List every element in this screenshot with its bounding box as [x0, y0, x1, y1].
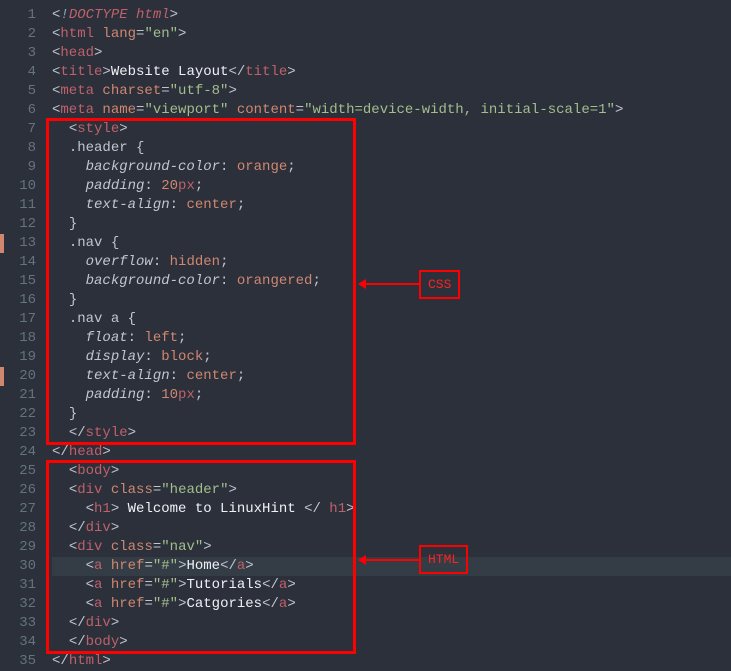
line-number: 18 — [0, 329, 36, 348]
code-line: padding: 10px; — [52, 386, 731, 405]
code-line: <meta charset="utf-8"> — [52, 82, 731, 101]
line-number: 10 — [0, 177, 36, 196]
html-callout: HTML — [359, 545, 468, 574]
code-line: .header { — [52, 139, 731, 158]
line-number: 33 — [0, 614, 36, 633]
line-number: 26 — [0, 481, 36, 500]
code-line: </div> — [52, 519, 731, 538]
line-number: 25 — [0, 462, 36, 481]
line-number: 21 — [0, 386, 36, 405]
html-label: HTML — [419, 545, 468, 574]
line-number: 3 — [0, 44, 36, 63]
line-number-gutter: 1234567891011121314151617181920212223242… — [0, 0, 44, 666]
line-number: 19 — [0, 348, 36, 367]
code-line: text-align: center; — [52, 196, 731, 215]
css-label: CSS — [419, 270, 460, 299]
code-line: background-color: orange; — [52, 158, 731, 177]
code-line: } — [52, 405, 731, 424]
line-number: 34 — [0, 633, 36, 652]
code-line: </style> — [52, 424, 731, 443]
line-number: 14 — [0, 253, 36, 272]
line-number: 5 — [0, 82, 36, 101]
line-number: 31 — [0, 576, 36, 595]
line-number: 30 — [0, 557, 36, 576]
line-number: 20 — [0, 367, 36, 386]
code-line: </body> — [52, 633, 731, 652]
line-number: 6 — [0, 101, 36, 120]
code-line: .nav a { — [52, 310, 731, 329]
line-number: 27 — [0, 500, 36, 519]
line-number: 35 — [0, 652, 36, 671]
line-number: 2 — [0, 25, 36, 44]
line-number: 15 — [0, 272, 36, 291]
css-callout: CSS — [359, 270, 460, 299]
line-number: 11 — [0, 196, 36, 215]
line-number: 8 — [0, 139, 36, 158]
code-line: </div> — [52, 614, 731, 633]
line-number: 16 — [0, 291, 36, 310]
code-line: <style> — [52, 120, 731, 139]
line-number: 9 — [0, 158, 36, 177]
code-line: </html> — [52, 652, 731, 671]
line-number: 32 — [0, 595, 36, 614]
code-line: <head> — [52, 44, 731, 63]
line-number: 12 — [0, 215, 36, 234]
code-line: <a href="#">Tutorials</a> — [52, 576, 731, 595]
line-number: 1 — [0, 6, 36, 25]
code-line: <h1> Welcome to LinuxHint </ h1> — [52, 500, 731, 519]
code-line: text-align: center; — [52, 367, 731, 386]
line-number: 7 — [0, 120, 36, 139]
code-line: <html lang="en"> — [52, 25, 731, 44]
line-number: 24 — [0, 443, 36, 462]
line-number: 29 — [0, 538, 36, 557]
code-line: display: block; — [52, 348, 731, 367]
line-number: 22 — [0, 405, 36, 424]
code-line: <div class="header"> — [52, 481, 731, 500]
code-line: <body> — [52, 462, 731, 481]
line-number: 28 — [0, 519, 36, 538]
line-number: 13 — [0, 234, 36, 253]
code-line: padding: 20px; — [52, 177, 731, 196]
line-number: 23 — [0, 424, 36, 443]
code-line: <a href="#">Catgories</a> — [52, 595, 731, 614]
code-line: <meta name="viewport" content="width=dev… — [52, 101, 731, 120]
code-line: <title>Website Layout</title> — [52, 63, 731, 82]
code-line: } — [52, 215, 731, 234]
code-line: <!DOCTYPE html> — [52, 6, 731, 25]
code-line: .nav { — [52, 234, 731, 253]
line-number: 4 — [0, 63, 36, 82]
code-line: </head> — [52, 443, 731, 462]
line-number: 17 — [0, 310, 36, 329]
code-line: float: left; — [52, 329, 731, 348]
code-editor: 1234567891011121314151617181920212223242… — [0, 0, 731, 666]
